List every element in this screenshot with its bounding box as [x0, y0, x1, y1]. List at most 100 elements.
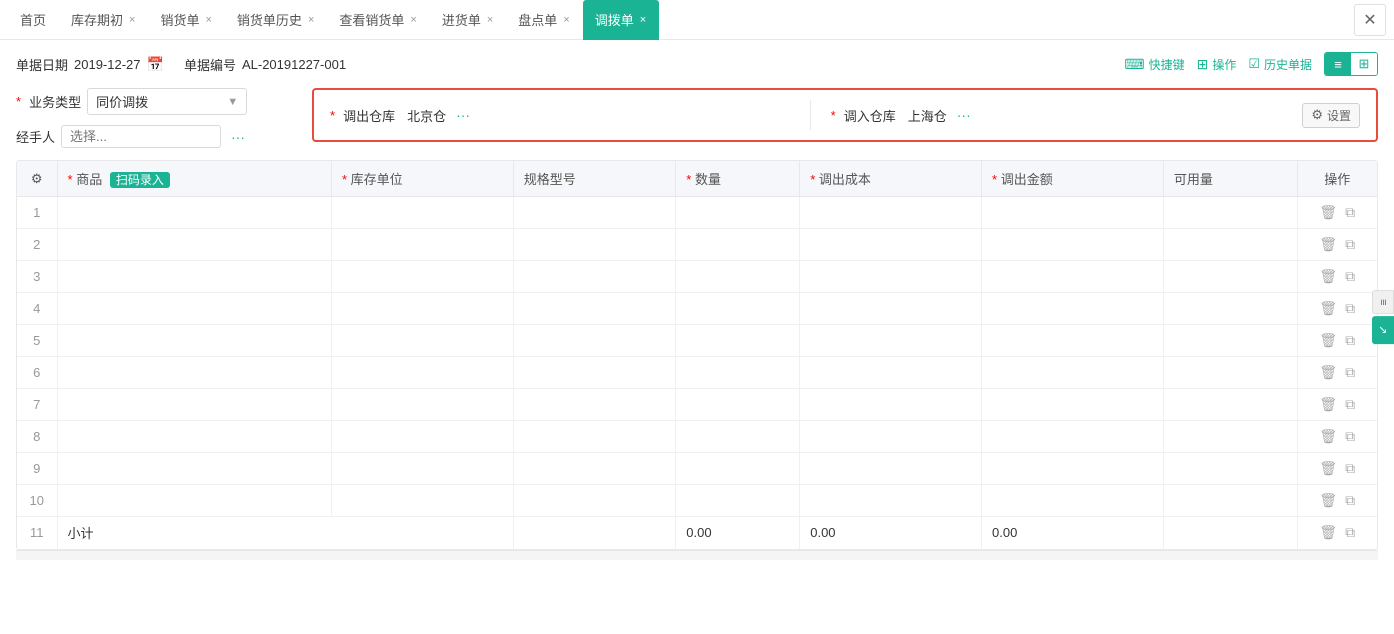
th-gear[interactable]: ⚙ [17, 161, 57, 197]
tab-transfer[interactable]: 调拨单 × [583, 0, 659, 40]
cell-amount[interactable] [982, 453, 1164, 485]
cell-qty[interactable] [676, 261, 800, 293]
cell-qty[interactable] [676, 485, 800, 517]
shortcut-action[interactable]: ⌨ 快捷键 [1124, 56, 1184, 73]
cell-spec[interactable] [513, 261, 675, 293]
cell-product[interactable] [57, 389, 331, 421]
copy-icon[interactable]: ⧉ [1345, 236, 1355, 253]
view-list-button[interactable]: ≡ [1325, 53, 1351, 75]
view-grid-button[interactable]: ⊞ [1351, 53, 1377, 75]
cell-available[interactable] [1163, 293, 1297, 325]
cell-unit[interactable] [331, 453, 513, 485]
cell-qty[interactable] [676, 453, 800, 485]
tab-inventory-count-close[interactable]: × [563, 14, 569, 26]
doc-float-button[interactable]: ≡ [1372, 290, 1394, 314]
cell-spec[interactable] [513, 357, 675, 389]
cell-available[interactable] [1163, 357, 1297, 389]
cell-spec[interactable] [513, 229, 675, 261]
cell-cost[interactable] [800, 485, 982, 517]
cell-available[interactable] [1163, 229, 1297, 261]
cell-amount[interactable] [982, 325, 1164, 357]
cell-cost[interactable] [800, 325, 982, 357]
delete-icon[interactable]: 🗑 [1319, 364, 1337, 381]
cell-unit[interactable] [331, 229, 513, 261]
cell-cost[interactable] [800, 421, 982, 453]
cell-product[interactable] [57, 261, 331, 293]
copy-icon[interactable]: ⧉ [1345, 524, 1355, 541]
copy-icon[interactable]: ⧉ [1345, 332, 1355, 349]
cell-unit[interactable] [331, 485, 513, 517]
bottom-scroll[interactable] [16, 550, 1378, 560]
delete-icon[interactable]: 🗑 [1319, 428, 1337, 445]
tab-purchase-order[interactable]: 进货单 × [430, 0, 506, 40]
cell-cost[interactable] [800, 453, 982, 485]
cell-spec[interactable] [513, 197, 675, 229]
cell-available[interactable] [1163, 421, 1297, 453]
cell-unit[interactable] [331, 197, 513, 229]
cell-unit[interactable] [331, 293, 513, 325]
cell-unit[interactable] [331, 325, 513, 357]
copy-icon[interactable]: ⧉ [1345, 300, 1355, 317]
tab-transfer-close[interactable]: × [640, 14, 646, 26]
tab-inventory-count[interactable]: 盘点单 × [506, 0, 582, 40]
handler-more-button[interactable]: ··· [227, 129, 249, 145]
cell-cost[interactable] [800, 261, 982, 293]
cell-product[interactable] [57, 453, 331, 485]
cell-product[interactable] [57, 229, 331, 261]
cell-spec[interactable] [513, 421, 675, 453]
delete-icon[interactable]: 🗑 [1319, 332, 1337, 349]
tab-sales-history-close[interactable]: × [308, 14, 314, 26]
cell-spec[interactable] [513, 453, 675, 485]
cell-available[interactable] [1163, 389, 1297, 421]
history-action[interactable]: ☑ 历史单据 [1248, 56, 1312, 73]
cell-cost[interactable] [800, 229, 982, 261]
cell-amount[interactable] [982, 485, 1164, 517]
cell-available[interactable] [1163, 261, 1297, 293]
cell-product[interactable] [57, 357, 331, 389]
cell-qty[interactable] [676, 421, 800, 453]
cell-unit[interactable] [331, 389, 513, 421]
cell-qty[interactable] [676, 389, 800, 421]
tab-sales-order-close[interactable]: × [205, 14, 211, 26]
delete-icon[interactable]: 🗑 [1319, 268, 1337, 285]
cell-spec[interactable] [513, 485, 675, 517]
tab-inventory-init[interactable]: 库存期初 × [59, 0, 148, 40]
cell-product[interactable] [57, 197, 331, 229]
out-warehouse-more-button[interactable]: ··· [452, 107, 474, 123]
tab-view-sales[interactable]: 查看销货单 × [327, 0, 429, 40]
cell-unit[interactable] [331, 357, 513, 389]
cell-qty[interactable] [676, 357, 800, 389]
cell-qty[interactable] [676, 325, 800, 357]
tab-sales-order[interactable]: 销货单 × [148, 0, 224, 40]
cell-qty[interactable] [676, 229, 800, 261]
handler-input[interactable] [61, 125, 221, 148]
delete-icon[interactable]: 🗑 [1319, 460, 1337, 477]
cell-qty[interactable] [676, 293, 800, 325]
cell-unit[interactable] [331, 261, 513, 293]
cell-amount[interactable] [982, 421, 1164, 453]
cell-spec[interactable] [513, 325, 675, 357]
tab-purchase-order-close[interactable]: × [487, 14, 493, 26]
cell-cost[interactable] [800, 357, 982, 389]
cell-amount[interactable] [982, 389, 1164, 421]
copy-icon[interactable]: ⧉ [1345, 460, 1355, 477]
calendar-icon[interactable]: 📅 [147, 56, 164, 73]
cell-amount[interactable] [982, 357, 1164, 389]
settings-button[interactable]: ⚙ 设置 [1302, 103, 1360, 128]
expand-float-button[interactable]: ↗ [1372, 317, 1394, 344]
tab-sales-history[interactable]: 销货单历史 × [225, 0, 327, 40]
cell-product[interactable] [57, 325, 331, 357]
cell-spec[interactable] [513, 389, 675, 421]
operation-action[interactable]: ⊞ 操作 [1197, 56, 1237, 73]
copy-icon[interactable]: ⧉ [1345, 204, 1355, 221]
copy-icon[interactable]: ⧉ [1345, 396, 1355, 413]
cell-amount[interactable] [982, 293, 1164, 325]
cell-spec[interactable] [513, 293, 675, 325]
cell-available[interactable] [1163, 325, 1297, 357]
cell-qty[interactable] [676, 197, 800, 229]
tab-view-sales-close[interactable]: × [410, 14, 416, 26]
cell-cost[interactable] [800, 197, 982, 229]
cell-cost[interactable] [800, 389, 982, 421]
copy-icon[interactable]: ⧉ [1345, 492, 1355, 509]
cell-product[interactable] [57, 421, 331, 453]
